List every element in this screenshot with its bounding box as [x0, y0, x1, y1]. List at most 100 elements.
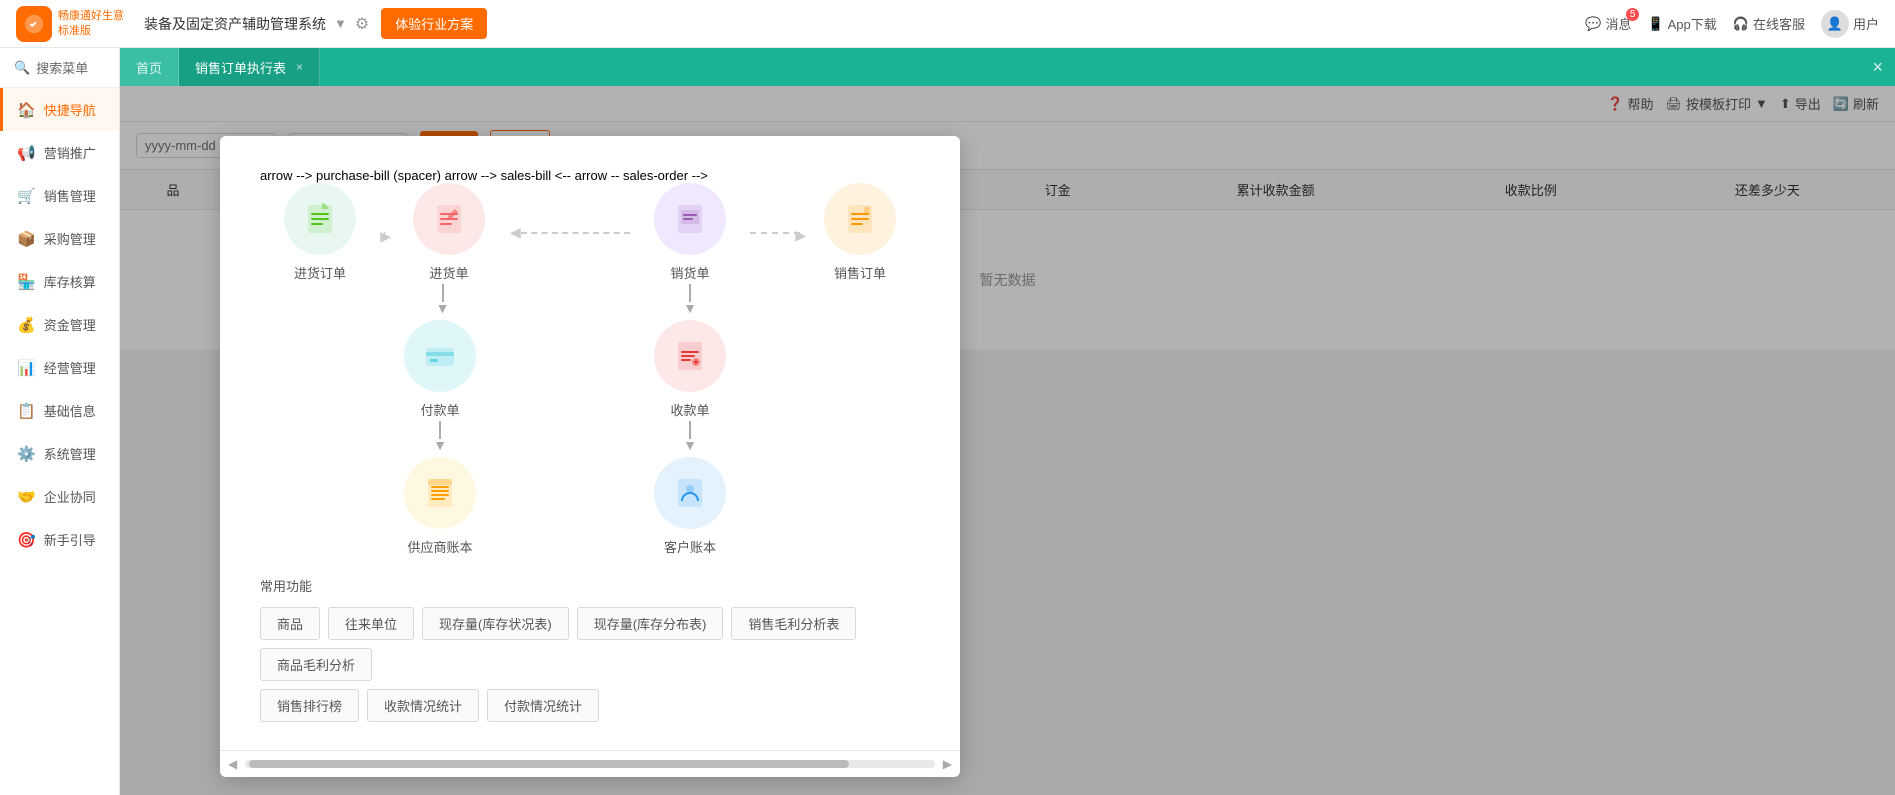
func-btn-collection-stat[interactable]: 收款情况统计 [367, 689, 479, 722]
scroll-right-arrow[interactable]: ▶ [943, 757, 952, 771]
marketing-icon: 📢 [17, 144, 36, 162]
sidebar-item-newbie[interactable]: 🎯 新手引导 [0, 518, 119, 561]
flow-node-supplier-account: 供应商账本 [380, 457, 500, 556]
logo-icon [16, 6, 52, 42]
flow-row-1: 进货订单 ▶ [260, 183, 920, 282]
va2-1: ▼ [380, 421, 500, 453]
purchase-order-icon [284, 183, 356, 255]
flow-node-customer-account: 客户账本 [630, 457, 750, 556]
va-spacer1 [260, 284, 380, 316]
popup-overlay[interactable]: arrow --> purchase-bill (spacer) arrow -… [120, 86, 1895, 795]
arrow-h-3: ▶ [750, 232, 800, 234]
flow-row-2: 付款单 [260, 320, 920, 419]
message-icon: 💬 [1585, 16, 1601, 32]
search-icon: 🔍 [14, 60, 30, 76]
scroll-thumb[interactable] [249, 760, 849, 768]
purchase-bill-icon [413, 183, 485, 255]
sidebar-item-finance[interactable]: 💰 资金管理 [0, 303, 119, 346]
va2: ▼ [630, 284, 750, 316]
experience-button[interactable]: 体验行业方案 [381, 8, 487, 39]
purchase-icon: 📦 [17, 230, 36, 248]
func-buttons-row-1: 商品 往来单位 现存量(库存状况表) 现存量(库存分布表) 销售毛利分析表 商品… [260, 607, 920, 681]
func-btn-sales-gross[interactable]: 销售毛利分析表 [731, 607, 856, 640]
common-functions: 常用功能 商品 往来单位 现存量(库存状况表) 现存量(库存分布表) 销售毛利分… [220, 576, 960, 750]
user-avatar: 👤 [1821, 10, 1849, 38]
flow-node-sales-order: 销售订单 [800, 183, 920, 282]
flow-node-purchase-bill: 进货单 [389, 183, 509, 282]
func-btn-product-gross[interactable]: 商品毛利分析 [260, 648, 372, 681]
receipt-label: 收款单 [670, 400, 709, 419]
settings-icon[interactable]: ⚙ [355, 14, 369, 34]
sidebar-item-system[interactable]: ⚙️ 系统管理 [0, 432, 119, 475]
va-spacer3 [750, 284, 800, 316]
app-download-button[interactable]: 📱 App下载 [1647, 14, 1716, 33]
user-area[interactable]: 👤 用户 [1821, 10, 1879, 38]
logo-text: 畅康通好生意 标准版 [58, 9, 124, 38]
va2-spacer2 [500, 421, 510, 453]
system-title: 装备及固定资产辅助管理系统 [144, 14, 326, 34]
vertical-arrows-2: ▼ ▼ [260, 421, 920, 453]
basic-icon: 📋 [17, 402, 36, 420]
popup-box: arrow --> purchase-bill (spacer) arrow -… [220, 136, 960, 777]
func-buttons-row-2: 销售排行榜 收款情况统计 付款情况统计 [260, 689, 920, 722]
tab-bar-close-button[interactable]: × [1860, 57, 1895, 78]
supplier-account-icon [404, 457, 476, 529]
enterprise-icon: 🤝 [17, 488, 36, 506]
va-spacer4 [800, 284, 920, 316]
tab-sales-order[interactable]: 销售订单执行表 × [179, 48, 320, 86]
scroll-track[interactable] [245, 760, 935, 768]
common-functions-title: 常用功能 [260, 576, 920, 595]
receipt-icon [654, 320, 726, 392]
sidebar-item-sales[interactable]: 🛒 销售管理 [0, 174, 119, 217]
sidebar-item-quick-nav[interactable]: 🏠 快捷导航 [0, 88, 119, 131]
func-btn-product[interactable]: 商品 [260, 607, 320, 640]
sales-bill-label: 销货单 [670, 263, 709, 282]
content-area: ❓ 帮助 🖨 按模板打印 ▼ ⬆ 导出 🔄 刷新 📅 [120, 86, 1895, 795]
va-spacer2 [505, 284, 630, 316]
flow-node-sales-bill: 销货单 [630, 183, 750, 282]
sidebar-item-purchase[interactable]: 📦 采购管理 [0, 217, 119, 260]
logo-area: 畅康通好生意 标准版 [16, 6, 136, 42]
arrow-h-1: ▶ [384, 232, 385, 234]
va2-spacer3 [510, 421, 630, 453]
func-btn-payment-stat[interactable]: 付款情况统计 [487, 689, 599, 722]
flow-node-purchase-order: 进货订单 [260, 183, 380, 282]
payment-label: 付款单 [420, 400, 459, 419]
purchase-order-label: 进货订单 [294, 263, 346, 282]
func-btn-stock-status[interactable]: 现存量(库存状况表) [422, 607, 569, 640]
va2-spacer5 [800, 421, 920, 453]
sidebar-item-marketing[interactable]: 📢 营销推广 [0, 131, 119, 174]
sidebar-item-basic[interactable]: 📋 基础信息 [0, 389, 119, 432]
payment-icon [404, 320, 476, 392]
sidebar: 🔍 搜索菜单 🏠 快捷导航 📢 营销推广 🛒 销售管理 📦 采购管理 🏪 库存核… [0, 48, 120, 795]
quick-nav-icon: 🏠 [17, 101, 36, 119]
func-btn-sales-rank[interactable]: 销售排行榜 [260, 689, 359, 722]
app-icon: 📱 [1647, 16, 1663, 32]
sales-order-label: 销售订单 [834, 263, 886, 282]
va2-2: ▼ [630, 421, 750, 453]
sidebar-item-inventory[interactable]: 🏪 库存核算 [0, 260, 119, 303]
service-icon: 🎧 [1733, 16, 1749, 32]
func-btn-stock-dist[interactable]: 现存量(库存分布表) [577, 607, 724, 640]
tab-close-icon[interactable]: × [296, 60, 303, 74]
message-button[interactable]: 💬 消息 5 [1585, 14, 1631, 33]
search-menu[interactable]: 🔍 搜索菜单 [0, 48, 119, 88]
va2-spacer1 [260, 421, 380, 453]
flow-area: arrow --> purchase-bill (spacer) arrow -… [220, 136, 960, 576]
dashed-line-2 [521, 232, 630, 234]
func-btn-counterparty[interactable]: 往来单位 [328, 607, 414, 640]
inventory-icon: 🏪 [17, 273, 36, 291]
system-icon: ⚙️ [17, 445, 36, 463]
sidebar-item-operation[interactable]: 📊 经营管理 [0, 346, 119, 389]
tab-home[interactable]: 首页 [120, 48, 179, 86]
online-service-button[interactable]: 🎧 在线客服 [1733, 14, 1805, 33]
sales-bill-icon [654, 183, 726, 255]
system-dropdown-icon[interactable]: ▼ [334, 16, 347, 31]
sidebar-item-enterprise[interactable]: 🤝 企业协同 [0, 475, 119, 518]
sales-icon: 🛒 [17, 187, 36, 205]
purchase-bill-label: 进货单 [429, 263, 468, 282]
scroll-left-arrow[interactable]: ◀ [228, 757, 237, 771]
va2-spacer4 [750, 421, 800, 453]
customer-account-label: 客户账本 [664, 537, 716, 556]
flow-node-payment: 付款单 [380, 320, 500, 419]
